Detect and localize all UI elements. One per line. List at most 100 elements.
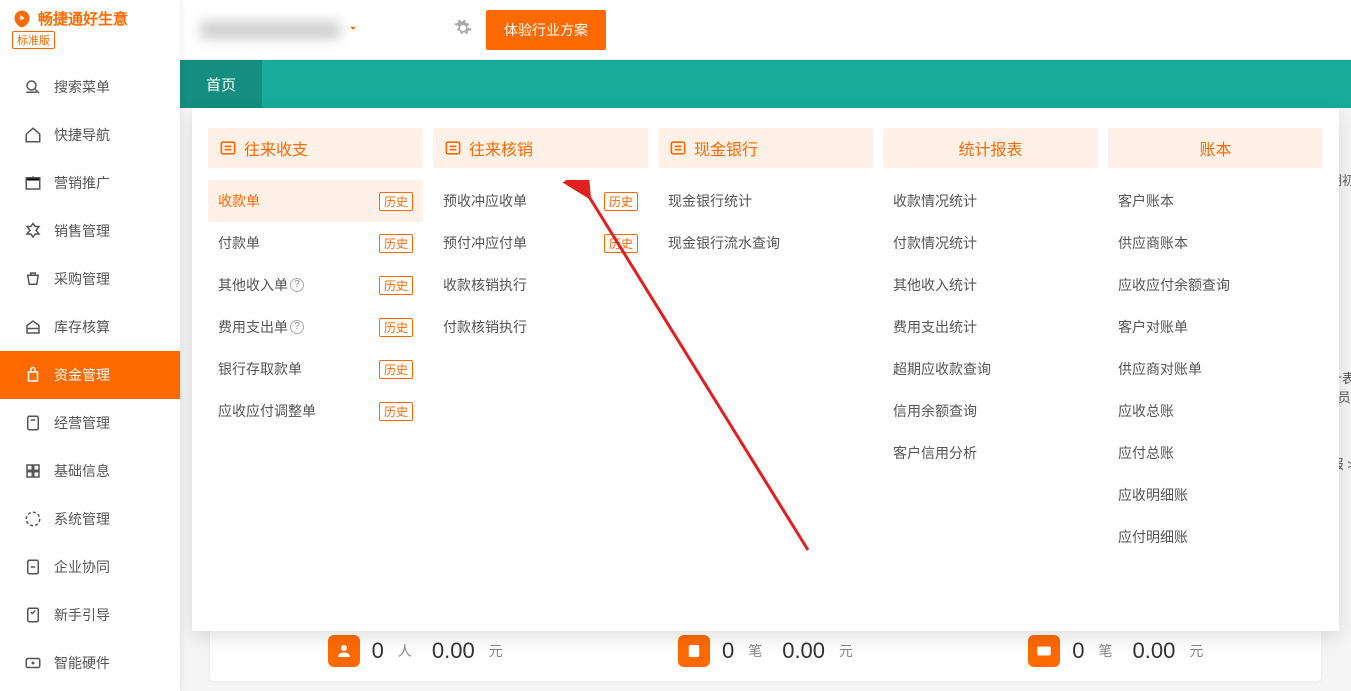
cta-button[interactable]: 体验行业方案 (486, 10, 606, 50)
history-tag[interactable]: 历史 (379, 276, 413, 295)
help-icon[interactable]: ? (290, 320, 304, 334)
history-tag[interactable]: 历史 (379, 234, 413, 253)
mega-col-header: 现金银行 (658, 128, 873, 168)
sidebar-label: 采购管理 (54, 269, 110, 289)
footer-stat-0: 0人0.00元 (328, 635, 503, 667)
mega-col-3: 统计报表收款情况统计付款情况统计其他收入统计费用支出统计超期应收款查询信用余额查… (883, 128, 1098, 558)
logo: 畅捷通好生意 标准版 (0, 0, 180, 55)
sidebar-item-7[interactable]: 经营管理 (0, 399, 180, 447)
history-tag[interactable]: 历史 (379, 360, 413, 379)
sidebar-label: 经营管理 (54, 413, 110, 433)
sidebar-item-9[interactable]: 系统管理 (0, 495, 180, 543)
mega-link[interactable]: 超期应收款查询 (883, 348, 1098, 390)
mega-link[interactable]: 付款情况统计 (883, 222, 1098, 264)
mega-link[interactable]: 应付明细账 (1108, 516, 1323, 558)
sidebar-icon (24, 414, 42, 432)
mega-link[interactable]: 客户账本 (1108, 180, 1323, 222)
mega-link[interactable]: 其他收入统计 (883, 264, 1098, 306)
sidebar-item-12[interactable]: 智能硬件 (0, 639, 180, 687)
sidebar-item-6[interactable]: 资金管理 (0, 351, 180, 399)
sidebar-label: 智能硬件 (54, 653, 110, 673)
footer-stat-icon (678, 635, 710, 667)
sidebar-icon (24, 270, 42, 288)
sidebar-item-1[interactable]: 快捷导航 (0, 111, 180, 159)
history-tag[interactable]: 历史 (379, 318, 413, 337)
mega-link[interactable]: 付款单历史 (208, 222, 423, 264)
sidebar-icon (24, 462, 42, 480)
footer-stat-2: 0笔0.00元 (1028, 635, 1203, 667)
mega-link[interactable]: 供应商对账单 (1108, 348, 1323, 390)
brand-name: 畅捷通好生意 (38, 8, 128, 29)
sidebar-icon (24, 174, 42, 192)
sidebar-item-0[interactable]: 搜索菜单 (0, 63, 180, 111)
history-tag[interactable]: 历史 (604, 192, 638, 211)
mega-link[interactable]: 现金银行流水查询 (658, 222, 873, 264)
mega-col-0: 往来收支收款单历史付款单历史其他收入单?历史费用支出单?历史银行存取款单历史应收… (208, 128, 423, 558)
sidebar-icon (24, 510, 42, 528)
footer-stat-1: 0笔0.00元 (678, 635, 853, 667)
footer-stat-icon (328, 635, 360, 667)
history-tag[interactable]: 历史 (379, 402, 413, 421)
sidebar-item-5[interactable]: 库存核算 (0, 303, 180, 351)
sidebar-label: 营销推广 (54, 173, 110, 193)
sidebar-icon (24, 318, 42, 336)
mega-link[interactable]: 收款情况统计 (883, 180, 1098, 222)
mega-link[interactable]: 银行存取款单历史 (208, 348, 423, 390)
mega-link[interactable]: 客户对账单 (1108, 306, 1323, 348)
sidebar-item-8[interactable]: 基础信息 (0, 447, 180, 495)
sidebar-label: 销售管理 (54, 221, 110, 241)
mega-link[interactable]: 应收应付余额查询 (1108, 264, 1323, 306)
mega-col-header: 统计报表 (883, 128, 1098, 168)
tab-home[interactable]: 首页 (180, 60, 262, 108)
mega-link[interactable]: 应收总账 (1108, 390, 1323, 432)
mega-link[interactable]: 费用支出统计 (883, 306, 1098, 348)
mega-col-2: 现金银行现金银行统计现金银行流水查询 (658, 128, 873, 558)
mega-link[interactable]: 预收冲应收单历史 (433, 180, 648, 222)
help-icon[interactable]: ? (290, 278, 304, 292)
mega-link[interactable]: 费用支出单?历史 (208, 306, 423, 348)
mega-link[interactable]: 预付冲应付单历史 (433, 222, 648, 264)
sidebar-item-10[interactable]: 企业协同 (0, 543, 180, 591)
org-name (200, 21, 340, 39)
mega-link[interactable]: 付款核销执行 (433, 306, 648, 348)
mega-link[interactable]: 其他收入单?历史 (208, 264, 423, 306)
mega-link[interactable]: 应收应付调整单历史 (208, 390, 423, 432)
mega-link[interactable]: 信用余额查询 (883, 390, 1098, 432)
sidebar-icon (24, 366, 42, 384)
sidebar-item-4[interactable]: 采购管理 (0, 255, 180, 303)
history-tag[interactable]: 历史 (379, 192, 413, 211)
sidebar-label: 基础信息 (54, 461, 110, 481)
sidebar-icon (24, 606, 42, 624)
sidebar: 畅捷通好生意 标准版 搜索菜单快捷导航营销推广销售管理采购管理库存核算资金管理经… (0, 0, 180, 691)
sidebar-label: 系统管理 (54, 509, 110, 529)
sidebar-label: 新手引导 (54, 605, 110, 625)
sidebar-label: 资金管理 (54, 365, 110, 385)
gear-icon[interactable] (454, 19, 472, 40)
mega-col-header: 往来收支 (208, 128, 423, 168)
mega-col-1: 往来核销预收冲应收单历史预付冲应付单历史收款核销执行付款核销执行 (433, 128, 648, 558)
mega-link[interactable]: 收款核销执行 (433, 264, 648, 306)
mega-menu: 往来收支收款单历史付款单历史其他收入单?历史费用支出单?历史银行存取款单历史应收… (192, 108, 1339, 631)
org-selector[interactable] (200, 21, 440, 39)
sidebar-label: 库存核算 (54, 317, 110, 337)
edition-badge: 标准版 (12, 31, 55, 49)
sidebar-item-2[interactable]: 营销推广 (0, 159, 180, 207)
history-tag[interactable]: 历史 (604, 234, 638, 253)
logo-icon (12, 9, 32, 29)
sidebar-icon (24, 654, 42, 672)
footer-stat-icon (1028, 635, 1060, 667)
sidebar-item-11[interactable]: 新手引导 (0, 591, 180, 639)
mega-link[interactable]: 客户信用分析 (883, 432, 1098, 474)
sidebar-icon (24, 78, 42, 96)
sidebar-label: 搜索菜单 (54, 77, 110, 97)
mega-link[interactable]: 收款单历史 (208, 180, 423, 222)
mega-link[interactable]: 应收明细账 (1108, 474, 1323, 516)
sidebar-icon (24, 222, 42, 240)
mega-link[interactable]: 供应商账本 (1108, 222, 1323, 264)
sidebar-label: 企业协同 (54, 557, 110, 577)
chevron-down-icon (346, 21, 360, 39)
sidebar-item-3[interactable]: 销售管理 (0, 207, 180, 255)
mega-link[interactable]: 现金银行统计 (658, 180, 873, 222)
mega-link[interactable]: 应付总账 (1108, 432, 1323, 474)
mega-col-header: 往来核销 (433, 128, 648, 168)
